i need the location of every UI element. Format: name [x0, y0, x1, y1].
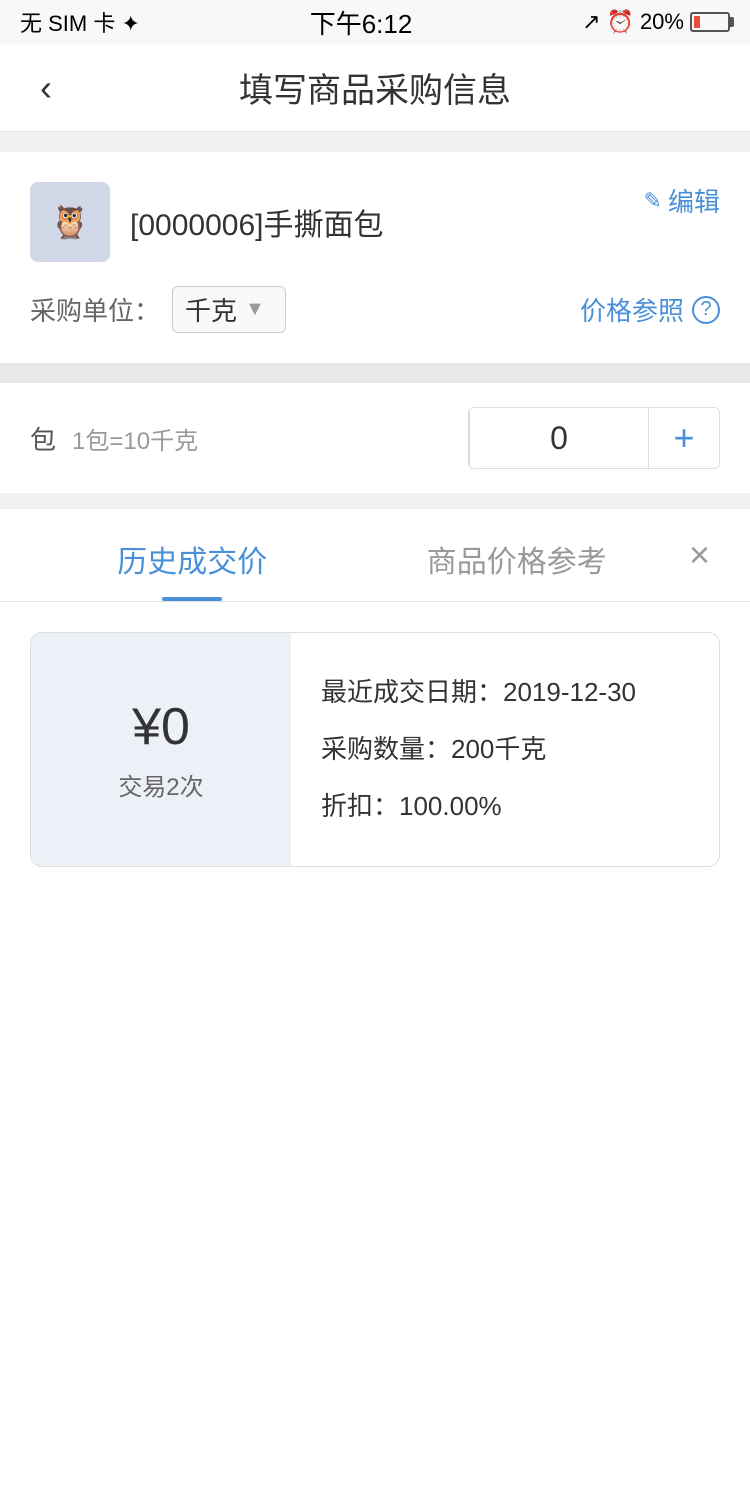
discount-value: 100.00%: [399, 791, 502, 821]
price-card: ¥0 交易2次 最近成交日期：2019-12-30 采购数量：200千克 折扣：…: [30, 632, 720, 867]
history-price-content: ¥0 交易2次 最近成交日期：2019-12-30 采购数量：200千克 折扣：…: [0, 602, 750, 897]
status-time: 下午6:12: [310, 4, 413, 41]
quantity-input[interactable]: 0: [469, 408, 649, 468]
product-thumb-icon: 🦉: [50, 203, 90, 241]
product-header: 🦉 [0000006]手撕面包 ✎ 编辑: [30, 182, 720, 262]
price-summary-left: ¥0 交易2次: [31, 633, 291, 866]
info-circle-icon: ?: [692, 296, 720, 324]
battery-fill: [694, 16, 700, 28]
qty-value: 200千克: [451, 734, 546, 764]
tab-product-price-ref[interactable]: 商品价格参考: [354, 509, 678, 601]
unit-conversion-hint: 1包=10千克: [72, 421, 198, 456]
back-button[interactable]: ‹: [30, 57, 62, 119]
quantity-plus-button[interactable]: +: [649, 408, 719, 468]
discount-label: 折扣：: [321, 791, 399, 821]
battery-icon: [690, 12, 730, 32]
status-location-icon: ↗: [582, 9, 600, 35]
price-ref-label: 价格参照: [580, 291, 684, 328]
recent-trade-date: 最近成交日期：2019-12-30: [321, 673, 689, 712]
unit-select[interactable]: 千克 ▼: [172, 286, 286, 333]
unit-value: 千克: [185, 291, 237, 328]
price-amount: ¥0: [132, 697, 190, 757]
status-battery-text: 20%: [640, 9, 684, 35]
quantity-row: 包 1包=10千克 0 +: [0, 383, 750, 493]
tab-product-price-ref-label: 商品价格参考: [427, 546, 607, 579]
price-details-right: 最近成交日期：2019-12-30 采购数量：200千克 折扣：100.00%: [291, 633, 719, 866]
tabs-bar: 历史成交价 商品价格参考 ×: [0, 509, 750, 602]
nav-bar: ‹ 填写商品采购信息: [0, 44, 750, 132]
unit-selector-group: 采购单位： 千克 ▼: [30, 286, 286, 333]
edit-label: 编辑: [668, 182, 720, 219]
edit-icon: ✎: [644, 188, 662, 214]
product-name: [0000006]手撕面包: [130, 200, 383, 244]
product-info: 🦉 [0000006]手撕面包: [30, 182, 383, 262]
page-rest: [0, 897, 750, 1497]
discount-row: 折扣：100.00%: [321, 787, 689, 826]
status-right: ↗ ⏰ 20%: [582, 9, 730, 35]
date-label: 最近成交日期：: [321, 677, 503, 707]
section-divider: [0, 363, 750, 383]
dropdown-arrow-icon: ▼: [245, 298, 265, 321]
product-card: 🦉 [0000006]手撕面包 ✎ 编辑 采购单位： 千克 ▼ 价格参照 ?: [0, 152, 750, 363]
status-bar: 无 SIM 卡 ✦ 下午6:12 ↗ ⏰ 20%: [0, 0, 750, 44]
page-title: 填写商品采购信息: [239, 63, 511, 112]
quantity-label-group: 包 1包=10千克: [30, 420, 198, 457]
product-unit-row: 采购单位： 千克 ▼ 价格参照 ?: [30, 286, 720, 333]
quantity-controls: 0 +: [468, 407, 720, 469]
qty-label: 采购数量：: [321, 734, 451, 764]
status-alarm-icon: ⏰: [607, 9, 634, 35]
unit-label: 采购单位：: [30, 291, 160, 328]
tab-history-price[interactable]: 历史成交价: [30, 509, 354, 601]
date-value: 2019-12-30: [503, 677, 636, 707]
tab-history-price-label: 历史成交价: [117, 546, 267, 579]
tabs-close-button[interactable]: ×: [679, 524, 720, 586]
purchase-quantity: 采购数量：200千克: [321, 730, 689, 769]
price-trades: 交易2次: [118, 767, 203, 802]
edit-button[interactable]: ✎ 编辑: [644, 182, 720, 219]
product-thumbnail: 🦉: [30, 182, 110, 262]
price-reference-button[interactable]: 价格参照 ?: [580, 291, 720, 328]
status-signal: 无 SIM 卡 ✦: [20, 6, 140, 38]
unit-bag-label: 包: [30, 420, 56, 457]
